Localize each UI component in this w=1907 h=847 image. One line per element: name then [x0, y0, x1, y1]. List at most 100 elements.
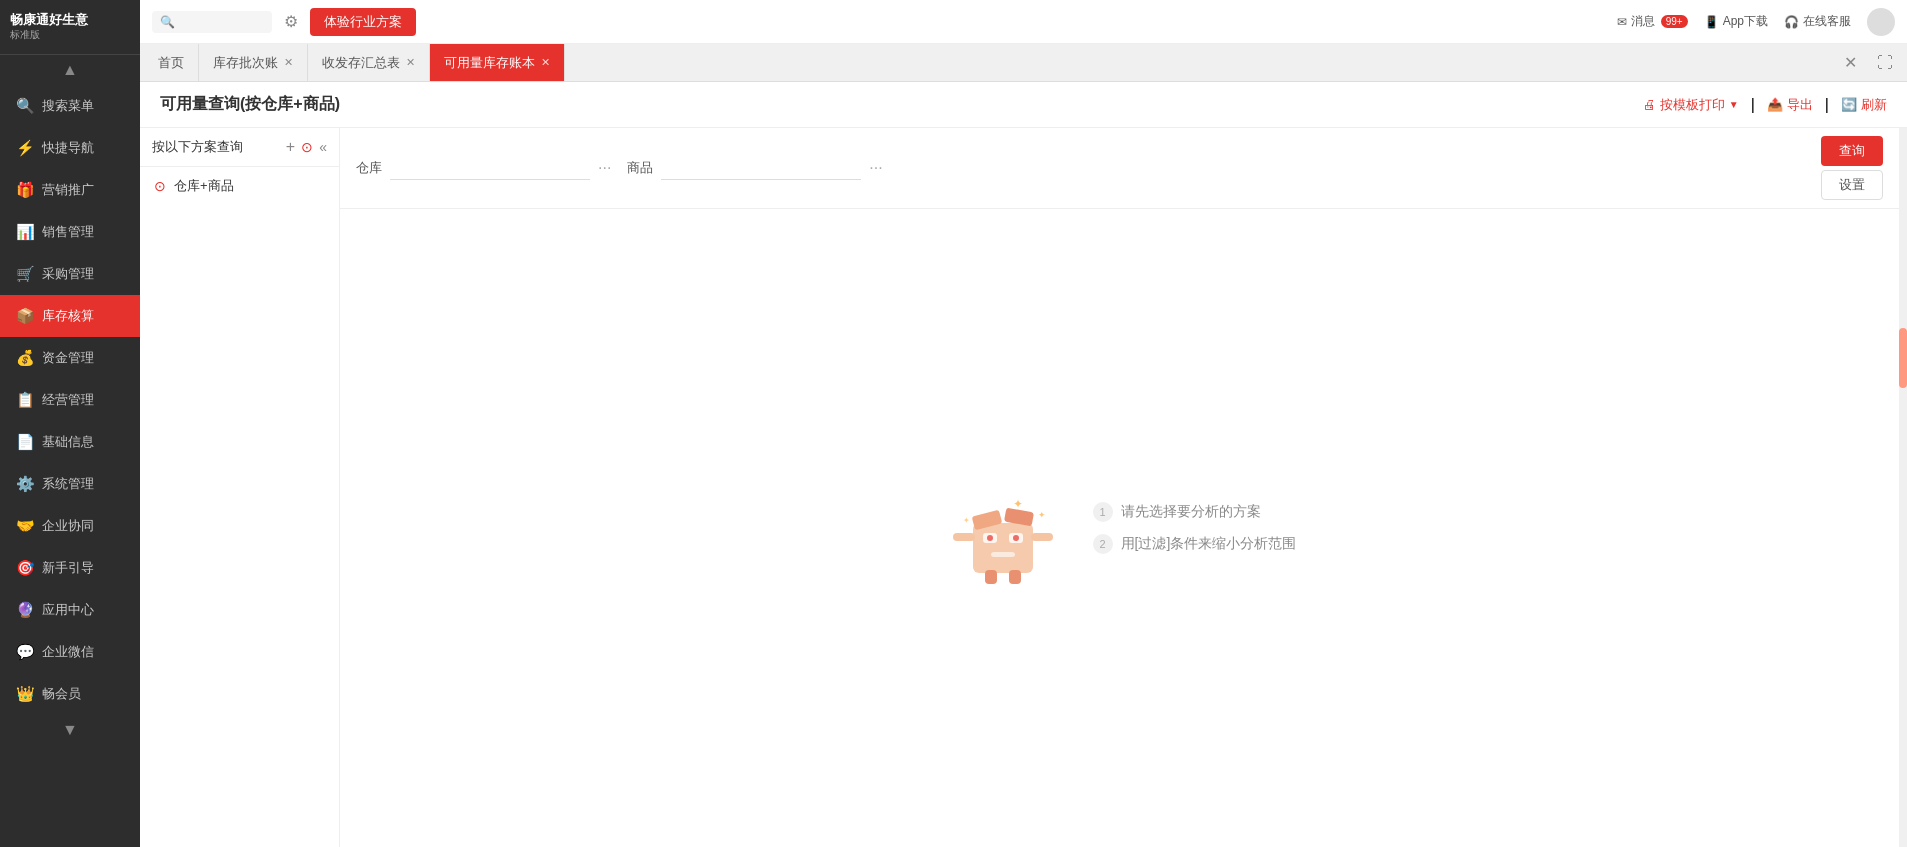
avatar[interactable]: [1867, 8, 1895, 36]
sidebar-item-vip[interactable]: 👑 畅会员: [0, 673, 140, 715]
sidebar-item-purchase[interactable]: 🛒 采购管理: [0, 253, 140, 295]
app-download-btn[interactable]: 📱 App下载: [1704, 13, 1768, 30]
tabs-expand-btn[interactable]: ⛶: [1867, 50, 1903, 76]
sidebar-item-sales[interactable]: 📊 销售管理: [0, 211, 140, 253]
newbie-icon: 🎯: [16, 559, 34, 577]
svg-point-5: [987, 535, 993, 541]
page-header: 可用量查询(按仓库+商品) 🖨 按模板打印 ▼ | 📤 导出 | 🔄 刷新: [140, 82, 1907, 128]
add-scheme-btn[interactable]: +: [286, 138, 295, 156]
sidebar-item-enterprise[interactable]: 🤝 企业协同: [0, 505, 140, 547]
export-btn[interactable]: 📤 导出: [1767, 96, 1813, 114]
scrollbar-thumb[interactable]: [1899, 328, 1907, 388]
sidebar-item-marketing[interactable]: 🎁 营销推广: [0, 169, 140, 211]
tab-available-close[interactable]: ✕: [541, 56, 550, 69]
empty-inner: ✦ ✦ ✦ 1 请先选择要分析的方案 2 用[过滤]条件来缩小分析范围: [943, 468, 1297, 588]
empty-text: 1 请先选择要分析的方案 2 用[过滤]条件来缩小分析范围: [1093, 502, 1297, 554]
gear-icon[interactable]: ⚙: [280, 8, 302, 35]
empty-hint-2: 2 用[过滤]条件来缩小分析范围: [1093, 534, 1297, 554]
scheme-settings-btn[interactable]: ⊙: [301, 139, 313, 155]
scroll-up-btn[interactable]: ▲: [0, 55, 140, 85]
message-icon: ✉: [1617, 15, 1627, 29]
online-service-btn[interactable]: 🎧 在线客服: [1784, 13, 1851, 30]
sidebar-item-apps[interactable]: 🔮 应用中心: [0, 589, 140, 631]
svg-rect-8: [953, 533, 975, 541]
main-area: 🔍 ⚙ 体验行业方案 ✉ 消息 99+ 📱 App下载 🎧 在线客服 首: [140, 0, 1907, 847]
svg-point-6: [1013, 535, 1019, 541]
tab-home[interactable]: 首页: [144, 44, 199, 81]
filter-actions: 查询 设置: [1821, 136, 1883, 200]
tab-receipt-close[interactable]: ✕: [406, 56, 415, 69]
service-icon: 🎧: [1784, 15, 1799, 29]
topbar-search-icon: 🔍: [160, 15, 175, 29]
purchase-icon: 🛒: [16, 265, 34, 283]
industry-btn[interactable]: 体验行业方案: [310, 8, 416, 36]
topbar-search[interactable]: 🔍: [152, 11, 272, 33]
tabs-close-btn[interactable]: ✕: [1834, 49, 1867, 76]
sidebar-item-finance[interactable]: 💰 资金管理: [0, 337, 140, 379]
sidebar-item-operations[interactable]: 📋 经营管理: [0, 379, 140, 421]
refresh-btn[interactable]: 🔄 刷新: [1841, 96, 1887, 114]
query-btn[interactable]: 查询: [1821, 136, 1883, 166]
brand-sub: 标准版: [10, 28, 130, 42]
svg-rect-10: [985, 570, 997, 584]
right-panel: 仓库 ··· 商品 ··· 查询 设置: [340, 128, 1899, 847]
tab-receipt[interactable]: 收发存汇总表 ✕: [308, 44, 430, 81]
tabs-bar: 首页 库存批次账 ✕ 收发存汇总表 ✕ 可用量库存账本 ✕ ✕ ⛶: [140, 44, 1907, 82]
print-btn[interactable]: 🖨 按模板打印 ▼: [1643, 96, 1739, 114]
left-panel-header-actions: + ⊙ «: [286, 138, 327, 156]
warehouse-input[interactable]: [390, 156, 590, 180]
sidebar: 畅康通好生意 标准版 ▲ 🔍 搜索菜单 ⚡ 快捷导航 🎁 营销推广 📊 销售管理…: [0, 0, 140, 847]
print-icon: 🖨: [1643, 97, 1656, 112]
step-2-num: 2: [1093, 534, 1113, 554]
goods-more-btn[interactable]: ···: [869, 159, 882, 177]
left-panel-title: 按以下方案查询: [152, 138, 243, 156]
sidebar-item-system[interactable]: ⚙️ 系统管理: [0, 463, 140, 505]
svg-text:✦: ✦: [1038, 510, 1046, 520]
export-icon: 📤: [1767, 97, 1783, 112]
refresh-icon: 🔄: [1841, 97, 1857, 112]
goods-input[interactable]: [661, 156, 861, 180]
scroll-down-btn[interactable]: ▼: [0, 715, 140, 745]
sidebar-item-shortcut[interactable]: ⚡ 快捷导航: [0, 127, 140, 169]
right-scrollbar: [1899, 128, 1907, 847]
basic-icon: 📄: [16, 433, 34, 451]
page-header-actions: 🖨 按模板打印 ▼ | 📤 导出 | 🔄 刷新: [1643, 96, 1887, 114]
svg-rect-11: [1009, 570, 1021, 584]
empty-illustration: ✦ ✦ ✦: [943, 468, 1063, 588]
empty-state: ✦ ✦ ✦ 1 请先选择要分析的方案 2 用[过滤]条件来缩小分析范围: [340, 209, 1899, 847]
settings-btn[interactable]: 设置: [1821, 170, 1883, 200]
system-icon: ⚙️: [16, 475, 34, 493]
operations-icon: 📋: [16, 391, 34, 409]
wechat-icon: 💬: [16, 643, 34, 661]
sidebar-item-newbie[interactable]: 🎯 新手引导: [0, 547, 140, 589]
sidebar-item-inventory[interactable]: 📦 库存核算: [0, 295, 140, 337]
warehouse-more-btn[interactable]: ···: [598, 159, 611, 177]
scheme-item-warehouse-goods[interactable]: ⊙ 仓库+商品: [140, 167, 339, 205]
collapse-left-btn[interactable]: «: [319, 139, 327, 155]
svg-text:✦: ✦: [963, 516, 970, 525]
tab-batch[interactable]: 库存批次账 ✕: [199, 44, 308, 81]
svg-text:✦: ✦: [1013, 497, 1023, 511]
scheme-icon: ⊙: [154, 178, 166, 194]
tab-available[interactable]: 可用量库存账本 ✕: [430, 44, 565, 81]
content-area: 按以下方案查询 + ⊙ « ⊙ 仓库+商品 仓库 ···: [140, 128, 1907, 847]
apps-icon: 🔮: [16, 601, 34, 619]
sidebar-item-basic[interactable]: 📄 基础信息: [0, 421, 140, 463]
page-title: 可用量查询(按仓库+商品): [160, 94, 340, 115]
shortcut-icon: ⚡: [16, 139, 34, 157]
sales-icon: 📊: [16, 223, 34, 241]
left-panel-header: 按以下方案查询 + ⊙ «: [140, 128, 339, 167]
vip-icon: 👑: [16, 685, 34, 703]
print-dropdown-icon[interactable]: ▼: [1729, 99, 1739, 110]
svg-rect-0: [973, 523, 1033, 573]
sidebar-header: 畅康通好生意 标准版: [0, 0, 140, 55]
warehouse-label: 仓库: [356, 159, 382, 177]
message-btn[interactable]: ✉ 消息 99+: [1617, 13, 1688, 30]
tab-batch-close[interactable]: ✕: [284, 56, 293, 69]
left-panel: 按以下方案查询 + ⊙ « ⊙ 仓库+商品: [140, 128, 340, 847]
sidebar-item-wechat[interactable]: 💬 企业微信: [0, 631, 140, 673]
finance-icon: 💰: [16, 349, 34, 367]
sidebar-item-search[interactable]: 🔍 搜索菜单: [0, 85, 140, 127]
topbar: 🔍 ⚙ 体验行业方案 ✉ 消息 99+ 📱 App下载 🎧 在线客服: [140, 0, 1907, 44]
marketing-icon: 🎁: [16, 181, 34, 199]
